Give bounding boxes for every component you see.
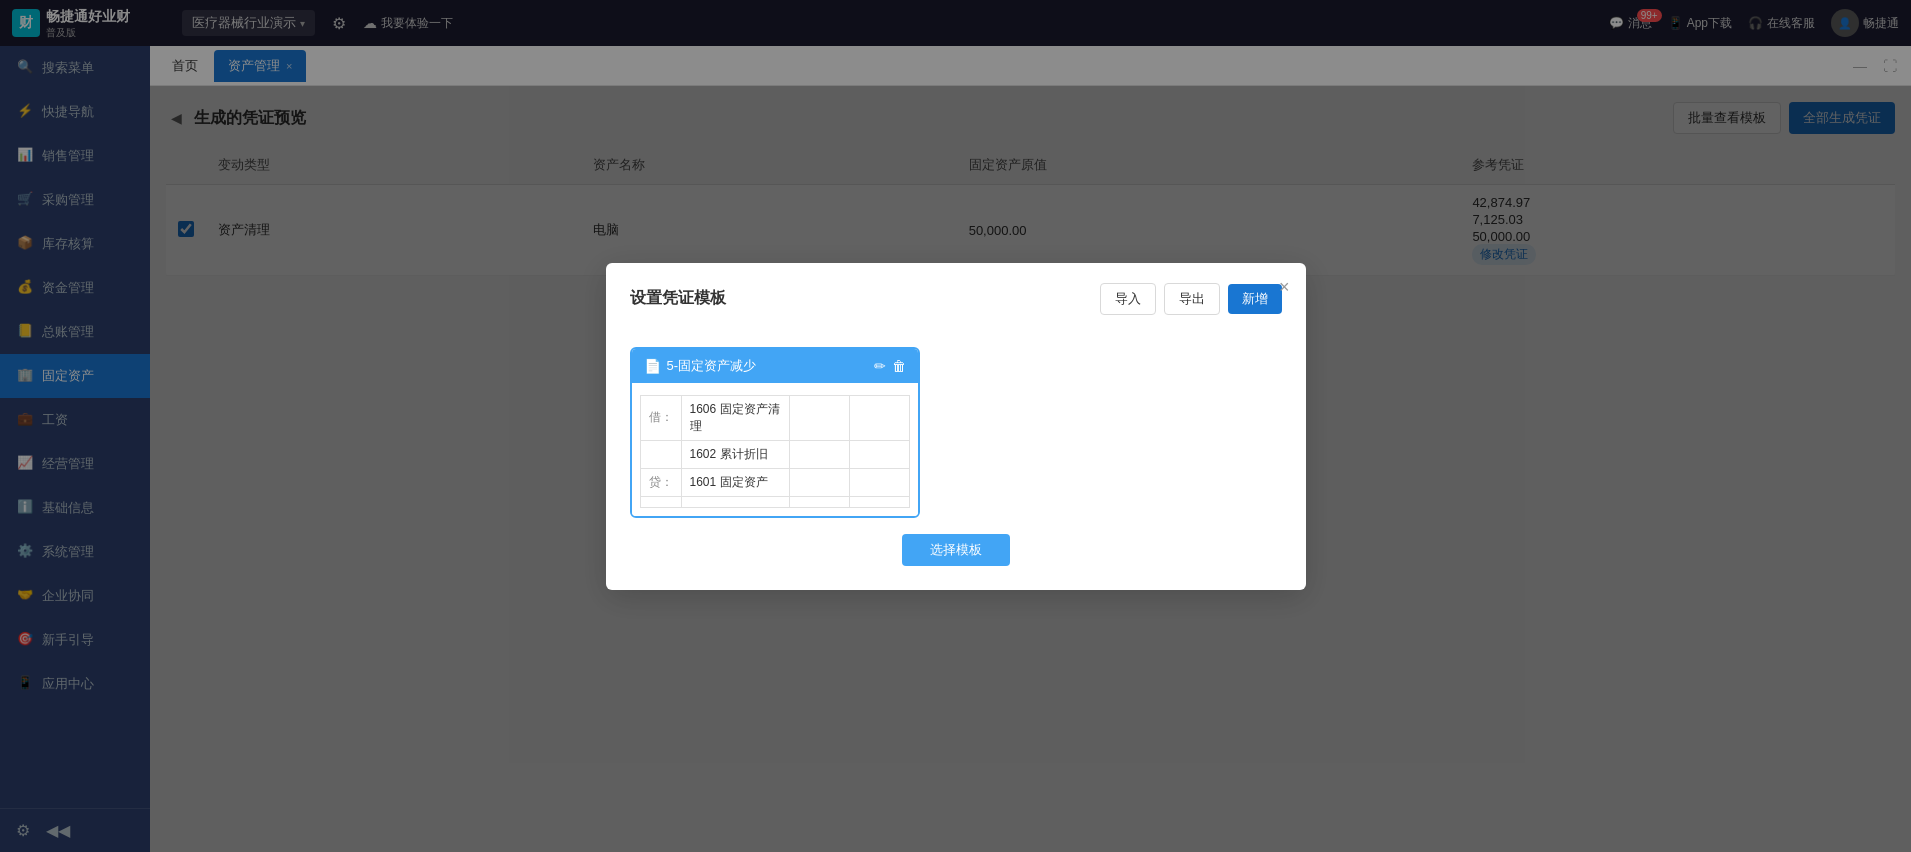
row-credit	[849, 468, 909, 496]
new-template-btn[interactable]: 新增	[1228, 284, 1282, 314]
template-card-header: 📄 5-固定资产减少 ✏ 🗑	[632, 349, 918, 383]
import-btn[interactable]: 导入	[1100, 283, 1156, 315]
template-card: 📄 5-固定资产减少 ✏ 🗑 借： 1606 固定资产清理	[630, 347, 920, 518]
template-row-3: 贷： 1601 固定资产	[640, 468, 909, 496]
select-template-btn[interactable]: 选择模板	[902, 534, 1010, 566]
row-account: 1602 累计折旧	[681, 440, 789, 468]
row-debit	[789, 395, 849, 440]
template-card-body: 借： 1606 固定资产清理 1602 累计折旧	[632, 383, 918, 516]
set-template-modal: 设置凭证模板 导入 导出 新增 × 📄 5-固定资产减少 ✏ 🗑	[606, 263, 1306, 590]
row-direction: 借：	[640, 395, 681, 440]
modal-body: 📄 5-固定资产减少 ✏ 🗑 借： 1606 固定资产清理	[606, 331, 1306, 590]
template-table: 借： 1606 固定资产清理 1602 累计折旧	[640, 395, 910, 508]
export-btn[interactable]: 导出	[1164, 283, 1220, 315]
template-row-2: 1602 累计折旧	[640, 440, 909, 468]
template-delete-btn[interactable]: 🗑	[892, 358, 906, 374]
row-debit	[789, 440, 849, 468]
row-debit	[789, 468, 849, 496]
modal-backdrop: 设置凭证模板 导入 导出 新增 × 📄 5-固定资产减少 ✏ 🗑	[0, 0, 1911, 852]
row-direction	[640, 440, 681, 468]
modal-title: 设置凭证模板	[630, 288, 726, 309]
row-credit	[849, 395, 909, 440]
modal-header: 设置凭证模板 导入 导出 新增 ×	[606, 263, 1306, 331]
modal-header-actions: 导入 导出 新增	[1100, 283, 1282, 315]
template-card-icon: 📄	[644, 358, 661, 374]
row-direction: 贷：	[640, 468, 681, 496]
row-account: 1601 固定资产	[681, 468, 789, 496]
template-edit-btn[interactable]: ✏	[874, 358, 886, 374]
template-row-1: 借： 1606 固定资产清理	[640, 395, 909, 440]
modal-close-btn[interactable]: ×	[1279, 277, 1290, 298]
row-account: 1606 固定资产清理	[681, 395, 789, 440]
template-card-title: 5-固定资产减少	[667, 357, 868, 375]
template-card-actions: ✏ 🗑	[874, 358, 906, 374]
template-row-4	[640, 496, 909, 507]
row-credit	[849, 440, 909, 468]
